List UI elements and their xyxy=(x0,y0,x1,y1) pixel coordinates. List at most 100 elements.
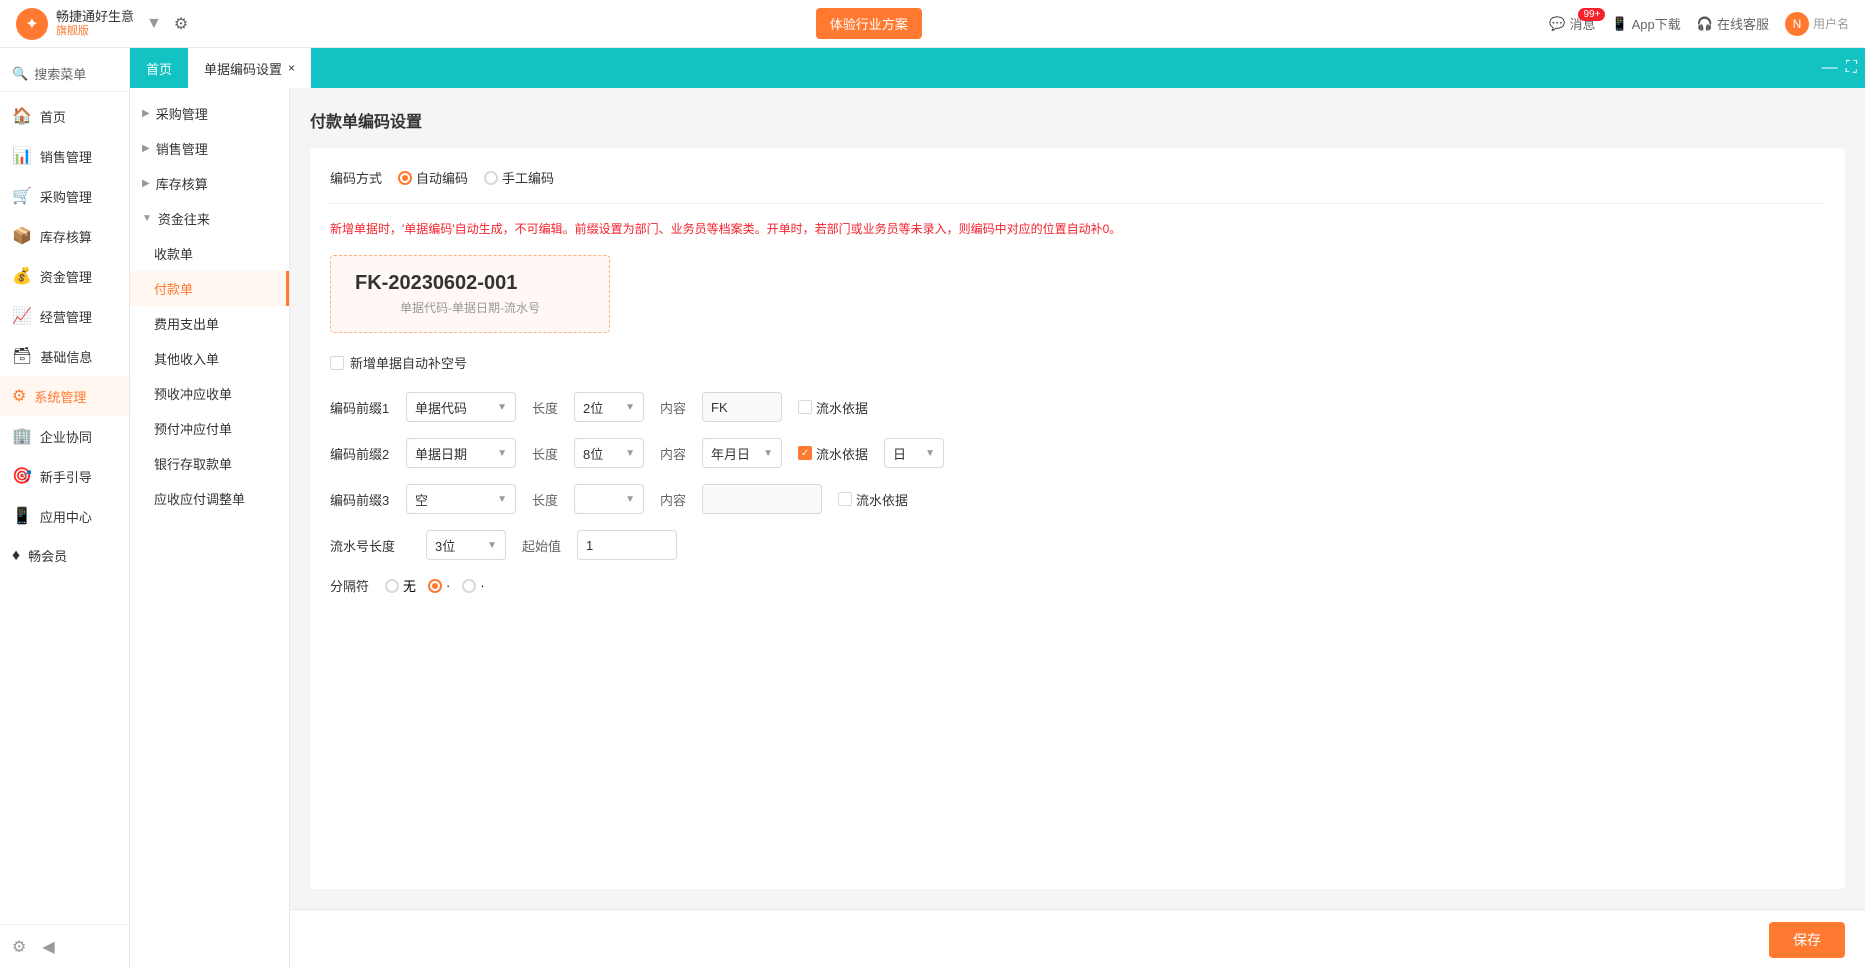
purchase-icon: 🛒 xyxy=(12,186,32,206)
tabs-right: — ⛶ xyxy=(1814,48,1865,88)
code-preview-sub: 单据代码-单据日期-流水号 xyxy=(355,299,585,316)
sidebar-item-apps[interactable]: 📱 应用中心 xyxy=(0,496,129,536)
topbar: ✦ 畅捷通好生意 旗舰版 ▼ ⚙ 体验行业方案 💬 消息 99+ 📱 App下载… xyxy=(0,0,1865,48)
prefix2-arrow-icon: ▼ xyxy=(497,448,507,459)
prefix3-select[interactable]: 空 ▼ xyxy=(406,484,516,514)
nav-group-finance[interactable]: ▼ 资金往来 xyxy=(130,201,289,236)
auto-encode-radio[interactable]: 自动编码 xyxy=(398,168,468,187)
sep-none-radio[interactable]: 无 xyxy=(385,576,416,595)
nav-item-pre-pay[interactable]: 预付冲应付单 xyxy=(130,411,289,446)
stream3-checkbox[interactable]: 流水依据 xyxy=(838,490,908,509)
user-area[interactable]: N 用户名 xyxy=(1785,12,1849,36)
tab-close-icon[interactable]: × xyxy=(288,61,295,75)
nav-item-other-income[interactable]: 其他收入单 xyxy=(130,341,289,376)
tab-home[interactable]: 首页 xyxy=(130,48,188,88)
inventory-icon: 📦 xyxy=(12,226,32,246)
stream3-check-icon xyxy=(838,492,852,506)
sidebar-item-guide[interactable]: 🎯 新手引导 xyxy=(0,456,129,496)
manual-encode-radio[interactable]: 手工编码 xyxy=(484,168,554,187)
search-icon: 🔍 xyxy=(12,66,28,82)
nav-arrow-sales: ▶ xyxy=(142,143,150,154)
length1-select[interactable]: 2位 ▼ xyxy=(574,392,644,422)
sidebar-item-company[interactable]: 🏢 企业协同 xyxy=(0,416,129,456)
tab-expand-icon[interactable]: ⛶ xyxy=(1846,59,1857,77)
encode-radio-group: 自动编码 手工编码 xyxy=(398,168,554,187)
nav-item-bank[interactable]: 银行存取款单 xyxy=(130,446,289,481)
split-panel: ▶ 采购管理 ▶ 销售管理 ▶ 库存核算 ▼ 资金往来 收款单 xyxy=(130,88,1865,969)
finance-icon: 💰 xyxy=(12,266,32,286)
stream2-checkbox[interactable]: ✓ 流水依据 xyxy=(798,444,868,463)
stream-length-select[interactable]: 3位 ▼ xyxy=(426,530,506,560)
content3-input xyxy=(702,484,822,514)
nav-item-adjust[interactable]: 应收应付调整单 xyxy=(130,481,289,516)
logo-text: 畅捷通好生意 旗舰版 xyxy=(56,9,134,38)
stream2-unit-select[interactable]: 日 ▼ xyxy=(884,438,944,468)
content2-select[interactable]: 年月日 ▼ xyxy=(702,438,782,468)
msg-btn[interactable]: 💬 消息 99+ xyxy=(1549,14,1595,33)
prefix1-select[interactable]: 单据代码 ▼ xyxy=(406,392,516,422)
length3-select[interactable]: ▼ xyxy=(574,484,644,514)
online-service-btn[interactable]: 🎧 在线客服 xyxy=(1697,14,1769,33)
nav-group-sales[interactable]: ▶ 销售管理 xyxy=(130,131,289,166)
sidebar-item-finance[interactable]: 💰 资金管理 xyxy=(0,256,129,296)
prefix1-row: 编码前缀1 单据代码 ▼ 长度 2位 ▼ 内容 xyxy=(330,392,1825,422)
content1-input: FK xyxy=(702,392,782,422)
stream1-checkbox[interactable]: 流水依据 xyxy=(798,398,868,417)
sidebar-item-sales[interactable]: 📊 销售管理 xyxy=(0,136,129,176)
nav-item-pre-receive[interactable]: 预收冲应收单 xyxy=(130,376,289,411)
nav-item-expense[interactable]: 费用支出单 xyxy=(130,306,289,341)
sidebar-item-vip[interactable]: ♦ 畅会员 xyxy=(0,536,129,575)
sidebar-item-base[interactable]: 🗃 基础信息 xyxy=(0,336,129,376)
save-button[interactable]: 保存 xyxy=(1769,922,1845,958)
length2-label: 长度 xyxy=(532,444,558,463)
sidebar-collapse-icon[interactable]: ◀ xyxy=(42,937,54,957)
start-value-input[interactable] xyxy=(577,530,677,560)
sidebar-item-purchase[interactable]: 🛒 采购管理 xyxy=(0,176,129,216)
length1-label: 长度 xyxy=(532,398,558,417)
nav-group-purchase[interactable]: ▶ 采购管理 xyxy=(130,96,289,131)
topbar-left: ✦ 畅捷通好生意 旗舰版 ▼ ⚙ xyxy=(16,8,188,40)
prefix1-label: 编码前缀1 xyxy=(330,398,390,417)
topbar-gear-icon[interactable]: ⚙ xyxy=(174,14,188,34)
sidebar-item-home[interactable]: 🏠 首页 xyxy=(0,96,129,136)
app-icon: 📱 xyxy=(1611,16,1627,32)
logo-icon: ✦ xyxy=(16,8,48,40)
info-text: 新增单据时，'单据编码'自动生成，不可编辑。前缀设置为部门、业务员等档案类。开单… xyxy=(330,220,1825,239)
operations-icon: 📈 xyxy=(12,306,32,326)
company-icon: 🏢 xyxy=(12,426,32,446)
sidebar: 🔍 搜索菜单 🏠 首页 📊 销售管理 🛒 采购管理 📦 库存核算 💰 资金管理 … xyxy=(0,48,130,969)
nav-item-receipt[interactable]: 收款单 xyxy=(130,236,289,271)
auto-fill-checkbox[interactable] xyxy=(330,356,344,370)
tab-encoding[interactable]: 单据编码设置 × xyxy=(188,48,311,88)
sidebar-settings-icon[interactable]: ⚙ xyxy=(12,937,26,957)
topbar-right: 💬 消息 99+ 📱 App下载 🎧 在线客服 N 用户名 xyxy=(1549,12,1849,36)
sep-none-dot xyxy=(385,579,399,593)
nav-item-payment[interactable]: 付款单 xyxy=(130,271,289,306)
apps-icon: 📱 xyxy=(12,506,32,526)
auto-encode-dot xyxy=(398,171,412,185)
prefix1-arrow-icon: ▼ xyxy=(497,402,507,413)
dropdown-arrow-icon[interactable]: ▼ xyxy=(146,15,162,33)
sidebar-search[interactable]: 🔍 搜索菜单 xyxy=(0,56,129,92)
sep-dash-char: · xyxy=(480,578,484,593)
start-value-label: 起始值 xyxy=(522,536,561,555)
sidebar-bottom: ⚙ ◀ xyxy=(0,924,129,969)
sidebar-item-system[interactable]: ⚙ 系统管理 xyxy=(0,376,129,416)
sep-dot-radio[interactable]: · xyxy=(428,578,450,593)
trial-btn[interactable]: 体验行业方案 xyxy=(816,8,922,39)
tab-minimize-icon[interactable]: — xyxy=(1822,59,1838,77)
sidebar-item-operations[interactable]: 📈 经营管理 xyxy=(0,296,129,336)
nav-group-inventory[interactable]: ▶ 库存核算 xyxy=(130,166,289,201)
separator-options: 无 · · xyxy=(385,576,485,595)
tabs-bar: 首页 单据编码设置 × — ⛶ xyxy=(130,48,1865,88)
code-preview-main: FK-20230602-001 xyxy=(355,272,585,295)
sidebar-item-inventory[interactable]: 📦 库存核算 xyxy=(0,216,129,256)
prefix2-row: 编码前缀2 单据日期 ▼ 长度 8位 ▼ 内容 xyxy=(330,438,1825,468)
length2-select[interactable]: 8位 ▼ xyxy=(574,438,644,468)
sep-dash-radio[interactable]: · xyxy=(462,578,484,593)
main-layout: 🔍 搜索菜单 🏠 首页 📊 销售管理 🛒 采购管理 📦 库存核算 💰 资金管理 … xyxy=(0,48,1865,969)
prefix3-label: 编码前缀3 xyxy=(330,490,390,509)
code-preview-box: FK-20230602-001 单据代码-单据日期-流水号 xyxy=(330,255,610,333)
app-download-btn[interactable]: 📱 App下载 xyxy=(1611,14,1680,33)
prefix2-select[interactable]: 单据日期 ▼ xyxy=(406,438,516,468)
